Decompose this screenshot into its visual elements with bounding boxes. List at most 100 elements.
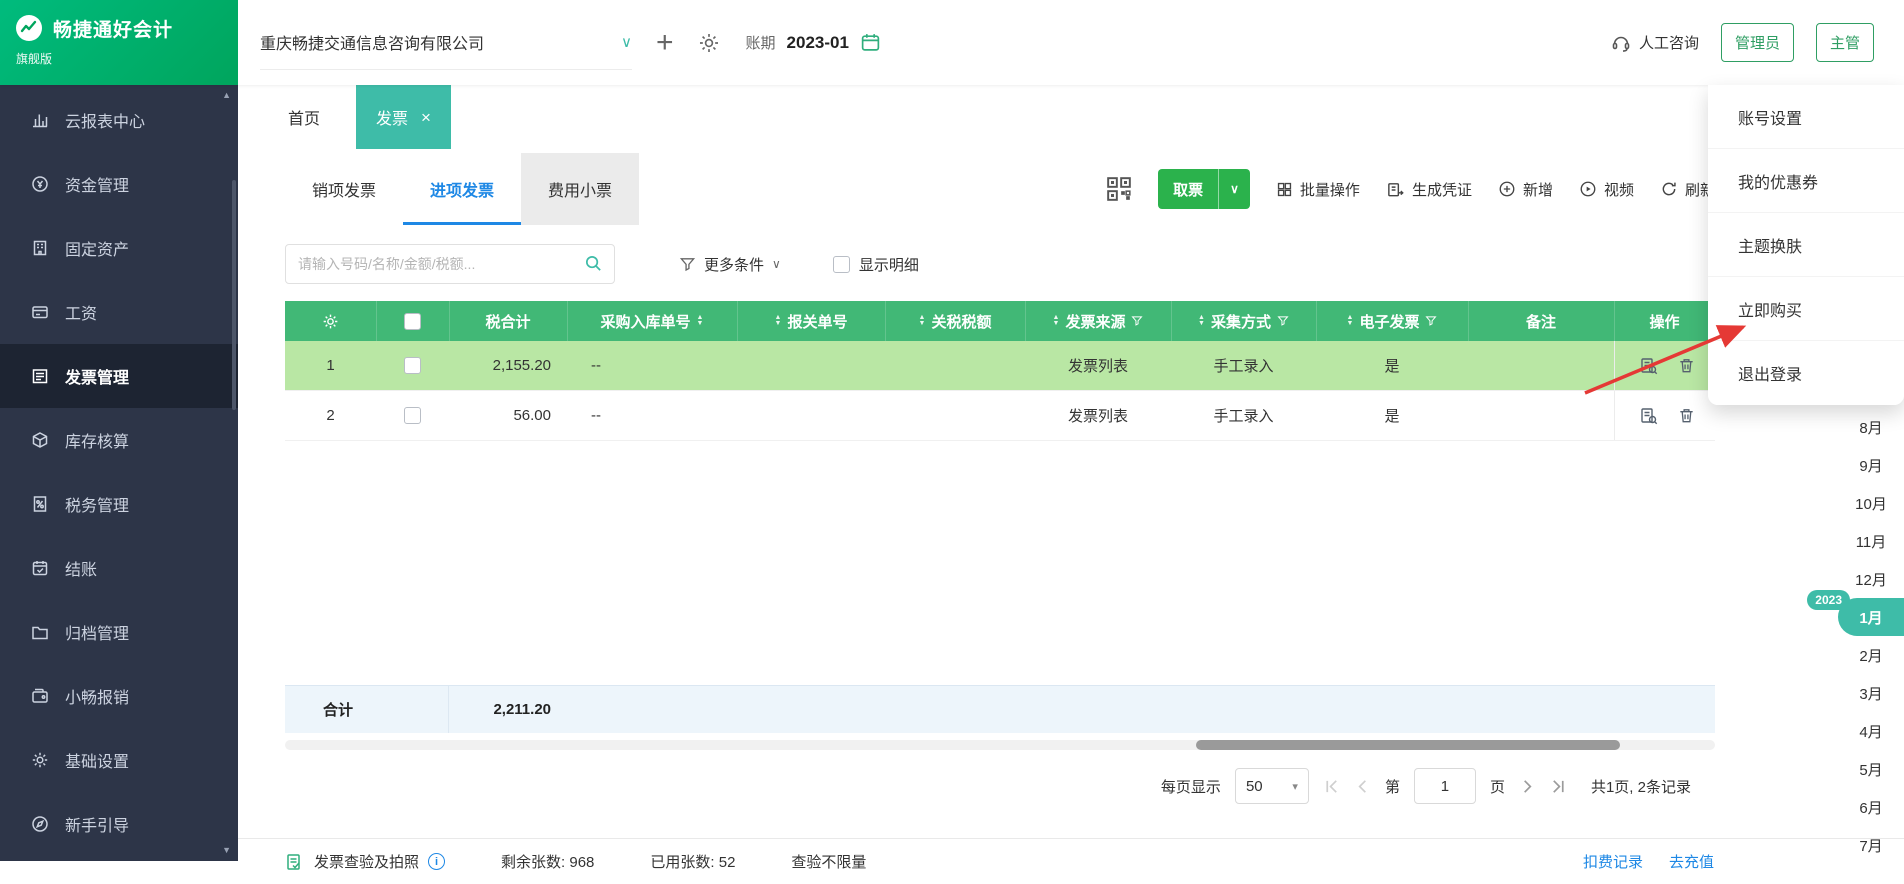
batch-operation-button[interactable]: 批量操作: [1276, 179, 1360, 200]
consult-button[interactable]: 人工咨询: [1611, 32, 1699, 53]
delete-icon[interactable]: [1677, 356, 1696, 375]
sort-icon[interactable]: ▲ ▼: [919, 314, 926, 327]
add-new-button[interactable]: 新增: [1498, 179, 1553, 200]
company-select[interactable]: 重庆畅捷交通信息咨询有限公司 ∨: [260, 16, 632, 70]
select-all-checkbox[interactable]: [404, 312, 421, 330]
folder-icon: [30, 622, 50, 642]
show-detail-checkbox[interactable]: [832, 255, 850, 273]
tab-sales-invoice[interactable]: 销项发票: [285, 153, 404, 225]
month-item[interactable]: 8月: [1838, 408, 1904, 446]
sidebar-scroll-up-icon[interactable]: ▲: [222, 91, 231, 100]
sidebar-item-salary[interactable]: 工资: [0, 280, 238, 344]
video-button[interactable]: 视频: [1579, 179, 1634, 200]
prev-page-button[interactable]: [1354, 778, 1371, 795]
tab-expense-receipt[interactable]: 费用小票: [521, 153, 640, 225]
sidebar-item-invoice-management[interactable]: 发票管理: [0, 344, 238, 408]
header-settings-button[interactable]: [698, 32, 720, 54]
more-conditions-button[interactable]: 更多条件 ∨: [679, 254, 781, 275]
first-page-button[interactable]: [1323, 778, 1340, 795]
month-item[interactable]: 7月: [1838, 826, 1904, 864]
month-item[interactable]: 2月: [1838, 636, 1904, 674]
recharge-link[interactable]: 去充值: [1669, 851, 1714, 872]
deduction-records-link[interactable]: 扣费记录: [1583, 851, 1643, 872]
col-customs-declaration-no[interactable]: ▲ ▼ 报关单号: [737, 301, 885, 341]
next-page-button[interactable]: [1519, 778, 1536, 795]
sidebar-item-closing[interactable]: 结账: [0, 536, 238, 600]
menu-item-theme-skin[interactable]: 主题换肤: [1708, 213, 1904, 277]
view-invoice-icon[interactable]: [1639, 406, 1659, 426]
generate-voucher-button[interactable]: 生成凭证: [1386, 179, 1472, 200]
month-item[interactable]: 12月: [1838, 560, 1904, 598]
month-item[interactable]: 3月: [1838, 674, 1904, 712]
month-item[interactable]: 6月: [1838, 788, 1904, 826]
filter-funnel-icon[interactable]: [1425, 315, 1438, 327]
table-row[interactable]: 1 2,155.20 -- 发票列表 手工录入 是: [285, 341, 1715, 391]
sidebar-scrollbar-thumb[interactable]: [232, 180, 236, 410]
page-number-input[interactable]: [1413, 768, 1476, 804]
filter-funnel-icon[interactable]: [1277, 315, 1289, 327]
menu-item-my-coupons[interactable]: 我的优惠券: [1708, 149, 1904, 213]
calendar-icon[interactable]: [860, 32, 881, 53]
menu-item-logout[interactable]: 退出登录: [1708, 341, 1904, 405]
col-tax-total[interactable]: 税合计: [449, 301, 567, 341]
table-row[interactable]: 2 56.00 -- 发票列表 手工录入 是: [285, 391, 1715, 441]
col-invoice-source[interactable]: ▲ ▼ 发票来源: [1025, 301, 1171, 341]
sort-icon[interactable]: ▲ ▼: [775, 314, 782, 327]
menu-item-buy-now[interactable]: 立即购买: [1708, 277, 1904, 341]
sort-icon[interactable]: ▲ ▼: [1198, 314, 1205, 327]
sidebar-item-fixed-assets[interactable]: 固定资产: [0, 216, 238, 280]
refresh-button[interactable]: 刷新: [1660, 179, 1715, 200]
sidebar-item-reimbursement[interactable]: 小畅报销: [0, 664, 238, 728]
month-item[interactable]: 9月: [1838, 446, 1904, 484]
last-page-button[interactable]: [1550, 778, 1567, 795]
used-count: 已用张数: 52: [650, 854, 736, 871]
col-remark[interactable]: 备注: [1468, 301, 1614, 341]
sidebar-item-tax[interactable]: 税务管理: [0, 472, 238, 536]
column-settings-button[interactable]: [285, 301, 376, 341]
row-checkbox[interactable]: [404, 407, 421, 424]
add-account-button[interactable]: +: [656, 27, 674, 58]
cell-electronic: 是: [1384, 358, 1400, 375]
sidebar-item-label: 归档管理: [65, 626, 130, 643]
tab-purchase-invoice[interactable]: 进项发票: [403, 153, 522, 225]
per-page-select[interactable]: 50 ▾: [1234, 768, 1309, 804]
menu-item-account-settings[interactable]: 账号设置: [1708, 85, 1904, 149]
col-collection-method[interactable]: ▲ ▼ 采集方式: [1171, 301, 1316, 341]
search-input[interactable]: [285, 244, 615, 284]
row-checkbox[interactable]: [404, 357, 421, 374]
horizontal-scrollbar[interactable]: [285, 740, 1715, 750]
sidebar-item-beginner-guide[interactable]: 新手引导: [0, 792, 238, 856]
month-item[interactable]: 5月: [1838, 750, 1904, 788]
company-name: 重庆畅捷交通信息咨询有限公司: [260, 36, 485, 53]
sidebar-item-cloud-reports[interactable]: 云报表中心: [0, 88, 238, 152]
tab-home[interactable]: 首页: [264, 85, 344, 149]
admin-button[interactable]: 管理员: [1720, 23, 1794, 62]
search-icon[interactable]: [584, 254, 603, 273]
tab-invoice[interactable]: 发票 ×: [356, 85, 451, 149]
month-item[interactable]: 11月: [1838, 522, 1904, 560]
sidebar-item-basic-settings[interactable]: 基础设置: [0, 728, 238, 792]
view-invoice-icon[interactable]: [1639, 356, 1659, 376]
sidebar-item-label: 固定资产: [65, 242, 130, 259]
qr-code-button[interactable]: [1106, 176, 1132, 202]
sidebar-item-funds[interactable]: 资金管理: [0, 152, 238, 216]
info-icon[interactable]: i: [428, 853, 446, 870]
sort-icon[interactable]: ▲ ▼: [697, 314, 704, 327]
sort-icon[interactable]: ▲ ▼: [1053, 314, 1060, 327]
sidebar-item-inventory[interactable]: 库存核算: [0, 408, 238, 472]
col-purchase-inbound-no[interactable]: 采购入库单号 ▲ ▼: [567, 301, 737, 341]
month-item[interactable]: 4月: [1838, 712, 1904, 750]
sidebar-item-archive[interactable]: 归档管理: [0, 600, 238, 664]
delete-icon[interactable]: [1677, 406, 1696, 425]
filter-funnel-icon[interactable]: [1131, 315, 1144, 327]
close-icon[interactable]: ×: [421, 109, 431, 126]
supervisor-button[interactable]: 主管: [1815, 23, 1874, 62]
col-electronic-invoice[interactable]: ▲ ▼ 电子发票: [1316, 301, 1468, 341]
sidebar-scroll-down-icon[interactable]: ▼: [222, 846, 231, 855]
fetch-ticket-button[interactable]: 取票 ∨: [1158, 169, 1250, 209]
col-customs-tax[interactable]: ▲ ▼ 关税税额: [885, 301, 1025, 341]
sort-icon[interactable]: ▲ ▼: [1347, 314, 1354, 327]
show-detail-toggle[interactable]: 显示明细: [832, 254, 919, 275]
horizontal-scrollbar-thumb[interactable]: [1196, 740, 1620, 750]
month-item[interactable]: 10月: [1838, 484, 1904, 522]
